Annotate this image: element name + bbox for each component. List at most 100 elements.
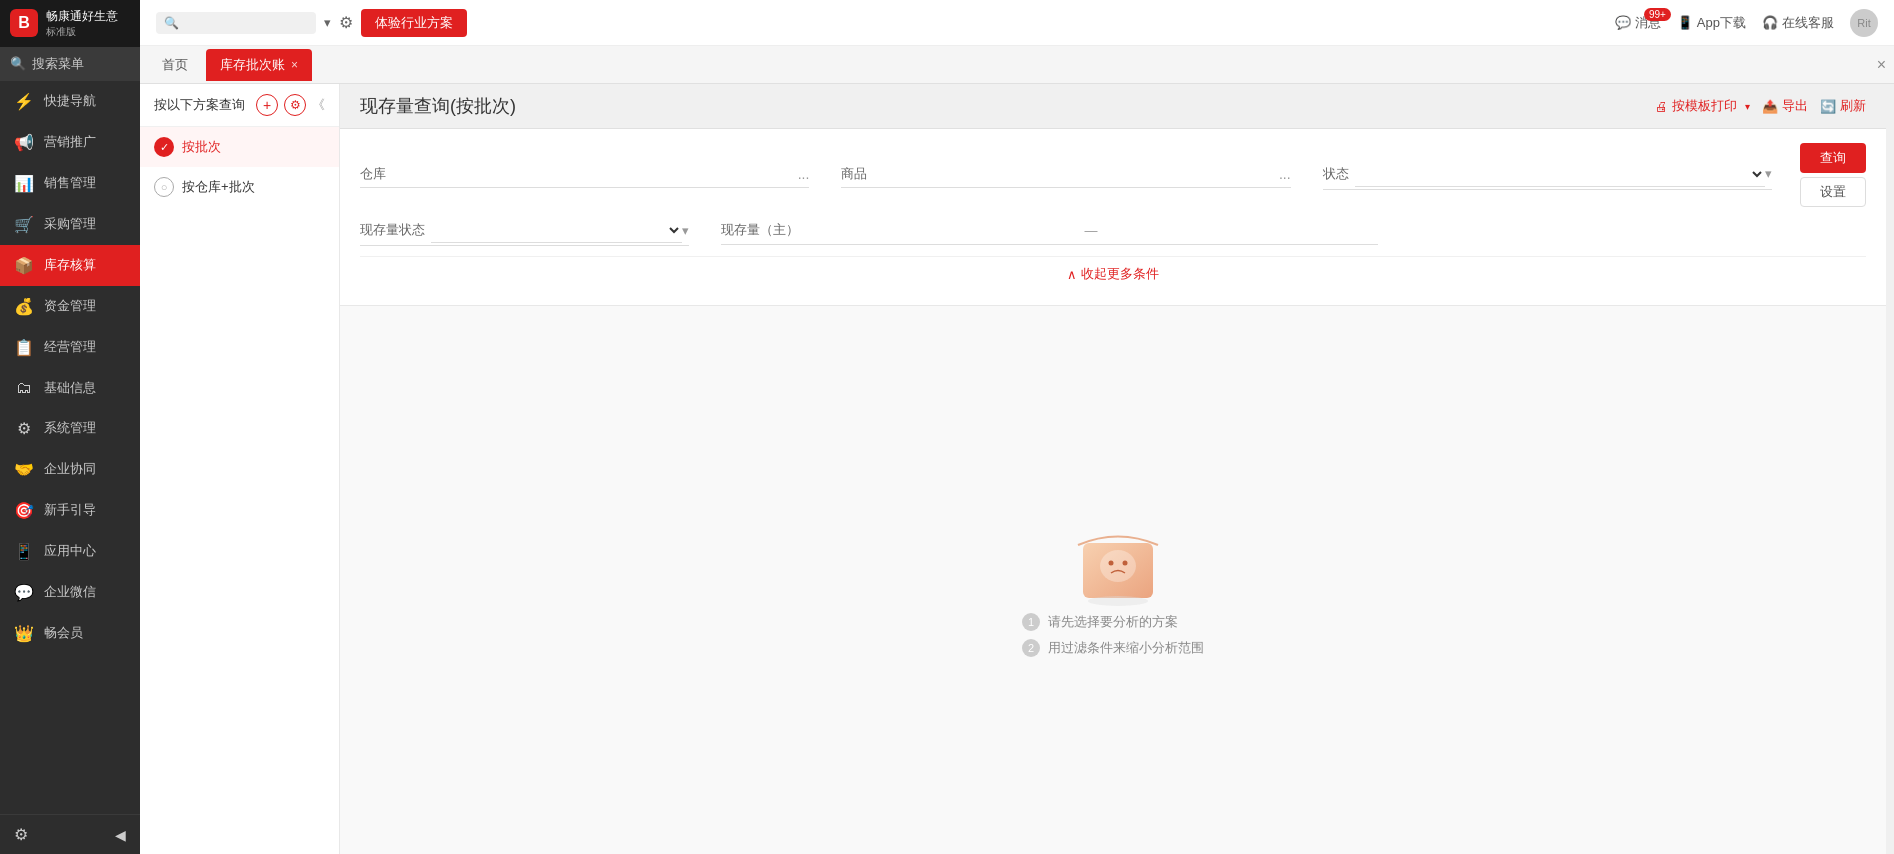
export-btn[interactable]: 📤 导出 xyxy=(1762,97,1808,115)
set-btn[interactable]: 设置 xyxy=(1800,177,1866,207)
stock-status-select[interactable] xyxy=(431,217,682,243)
sidebar-item-enterprise[interactable]: 🤝 企业协同 xyxy=(0,449,140,490)
sidebar-item-label: 应用中心 xyxy=(44,542,96,560)
avatar: Rit xyxy=(1850,9,1878,37)
tab-home[interactable]: 首页 xyxy=(148,49,202,81)
warehouse-more-btn[interactable]: ... xyxy=(798,166,810,182)
collapse-panel-btn[interactable]: 《 xyxy=(312,96,325,114)
product-more-btn[interactable]: ... xyxy=(1279,166,1291,182)
headset-icon: 🎧 xyxy=(1762,15,1778,30)
scheme-item-by-batch[interactable]: ✓ 按批次 xyxy=(140,127,339,167)
sidebar-item-label: 新手引导 xyxy=(44,501,96,519)
stock-status-label: 现存量状态 xyxy=(360,221,425,239)
print-dropdown-icon: ▾ xyxy=(1745,101,1750,112)
product-input[interactable] xyxy=(873,162,1275,185)
message-icon: 💬 xyxy=(1615,15,1631,30)
marketing-icon: 📢 xyxy=(14,133,34,152)
collapse-icon: ∧ xyxy=(1067,267,1077,282)
filter-row-2: 现存量状态 ▾ 现存量（主） — xyxy=(360,217,1866,246)
sidebar-item-sales[interactable]: 📊 销售管理 xyxy=(0,163,140,204)
scheme-settings-btn[interactable]: ⚙ xyxy=(284,94,306,116)
step-2-num: 2 xyxy=(1022,639,1040,657)
topbar-settings-icon[interactable]: ⚙ xyxy=(339,13,353,32)
sidebar-item-guide[interactable]: 🎯 新手引导 xyxy=(0,490,140,531)
sidebar-item-label: 系统管理 xyxy=(44,419,96,437)
user-avatar[interactable]: Rit xyxy=(1850,9,1878,37)
enterprise-icon: 🤝 xyxy=(14,460,34,479)
collapse-filter-btn[interactable]: ∧ 收起更多条件 xyxy=(360,256,1866,291)
scheme-label: 按仓库+批次 xyxy=(182,178,255,196)
sidebar-footer: ⚙ ◀ xyxy=(0,814,140,854)
sidebar-item-basics[interactable]: 🗂 基础信息 xyxy=(0,368,140,408)
sidebar-item-operations[interactable]: 📋 经营管理 xyxy=(0,327,140,368)
sidebar-item-inventory[interactable]: 📦 库存核算 xyxy=(0,245,140,286)
stock-qty-max-input[interactable] xyxy=(1106,219,1378,242)
tab-inventory-batch[interactable]: 库存批次账 × xyxy=(206,49,312,81)
step-2-text: 用过滤条件来缩小分析范围 xyxy=(1048,639,1204,657)
sidebar-item-finance[interactable]: 💰 资金管理 xyxy=(0,286,140,327)
inventory-icon: 📦 xyxy=(14,256,34,275)
add-icon: + xyxy=(263,97,271,113)
filter-buttons: 查询 设置 xyxy=(1800,143,1866,207)
system-icon: ⚙ xyxy=(14,419,34,438)
warehouse-input[interactable] xyxy=(392,162,794,185)
print-btn[interactable]: 🖨 按模板打印 ▾ xyxy=(1655,97,1750,115)
search-label: 搜索菜单 xyxy=(32,55,84,73)
status-select[interactable] xyxy=(1355,161,1765,187)
phone-icon: 📱 xyxy=(1677,15,1693,30)
step-1-text: 请先选择要分析的方案 xyxy=(1048,613,1178,631)
query-btn[interactable]: 查询 xyxy=(1800,143,1866,173)
scheme-inactive-icon: ○ xyxy=(154,177,174,197)
refresh-btn[interactable]: 🔄 刷新 xyxy=(1820,97,1866,115)
status-dropdown-icon: ▾ xyxy=(1765,166,1772,181)
sidebar-settings-icon[interactable]: ⚙ xyxy=(14,825,28,844)
tab-end-close-btn[interactable]: × xyxy=(1877,56,1886,74)
brand-edition: 标准版 xyxy=(46,25,118,39)
add-scheme-btn[interactable]: + xyxy=(256,94,278,116)
filter-row-1: 仓库 ... 商品 ... 状态 xyxy=(360,143,1866,207)
settings-icon: ⚙ xyxy=(290,98,301,112)
wechat-icon: 💬 xyxy=(14,583,34,602)
scheme-label: 按批次 xyxy=(182,138,221,156)
sidebar-item-label: 基础信息 xyxy=(44,379,96,397)
sidebar-item-label: 资金管理 xyxy=(44,297,96,315)
sidebar-item-marketing[interactable]: 📢 营销推广 xyxy=(0,122,140,163)
sidebar: B 畅康通好生意 标准版 🔍 搜索菜单 ⚡ 快捷导航 📢 营销推广 📊 销售管理… xyxy=(0,0,140,854)
left-panel: 按以下方案查询 + ⚙ 《 ✓ 按批次 xyxy=(140,84,340,854)
industry-btn[interactable]: 体验行业方案 xyxy=(361,9,467,37)
content-area: 按以下方案查询 + ⚙ 《 ✓ 按批次 xyxy=(140,84,1894,854)
sidebar-item-system[interactable]: ⚙ 系统管理 xyxy=(0,408,140,449)
topbar-dropdown-icon[interactable]: ▾ xyxy=(324,15,331,30)
stock-qty-min-input[interactable] xyxy=(805,219,1077,242)
topbar: 🔍 ▾ ⚙ 体验行业方案 💬 消息 99+ 📱 App下载 🎧 在线客服 Ri xyxy=(140,0,1894,46)
right-scrollbar[interactable] xyxy=(1886,84,1894,854)
empty-step-1: 1 请先选择要分析的方案 xyxy=(1022,613,1204,631)
sidebar-item-label: 营销推广 xyxy=(44,133,96,151)
sidebar-item-purchase[interactable]: 🛒 采购管理 xyxy=(0,204,140,245)
app-download-btn[interactable]: 📱 App下载 xyxy=(1677,14,1746,32)
topbar-search-icon: 🔍 xyxy=(164,16,179,30)
filter-area: 仓库 ... 商品 ... 状态 xyxy=(340,129,1886,306)
sidebar-item-quick-nav[interactable]: ⚡ 快捷导航 xyxy=(0,81,140,122)
sidebar-item-label: 快捷导航 xyxy=(44,92,96,110)
scheme-item-by-warehouse-batch[interactable]: ○ 按仓库+批次 xyxy=(140,167,339,207)
sidebar-item-label: 采购管理 xyxy=(44,215,96,233)
status-filter-group: 状态 ▾ xyxy=(1323,161,1772,190)
messages-btn[interactable]: 💬 消息 99+ xyxy=(1615,14,1661,32)
tab-close-icon[interactable]: × xyxy=(291,58,298,72)
sidebar-item-wechat[interactable]: 💬 企业微信 xyxy=(0,572,140,613)
sidebar-item-apps[interactable]: 📱 应用中心 xyxy=(0,531,140,572)
messages-badge: 99+ xyxy=(1644,8,1671,21)
sidebar-collapse-icon[interactable]: ◀ xyxy=(115,827,126,843)
product-filter-group: 商品 ... xyxy=(841,162,1290,188)
stock-qty-filter-group: 现存量（主） — xyxy=(721,219,1378,245)
online-service-btn[interactable]: 🎧 在线客服 xyxy=(1762,14,1834,32)
sidebar-search[interactable]: 🔍 搜索菜单 xyxy=(0,47,140,81)
warehouse-filter-group: 仓库 ... xyxy=(360,162,809,188)
main-area: 🔍 ▾ ⚙ 体验行业方案 💬 消息 99+ 📱 App下载 🎧 在线客服 Ri xyxy=(140,0,1894,854)
basics-icon: 🗂 xyxy=(14,379,34,397)
sidebar-item-member[interactable]: 👑 畅会员 xyxy=(0,613,140,654)
topbar-search-box[interactable]: 🔍 xyxy=(156,12,316,34)
stock-status-dropdown-icon: ▾ xyxy=(682,223,689,238)
finance-icon: 💰 xyxy=(14,297,34,316)
